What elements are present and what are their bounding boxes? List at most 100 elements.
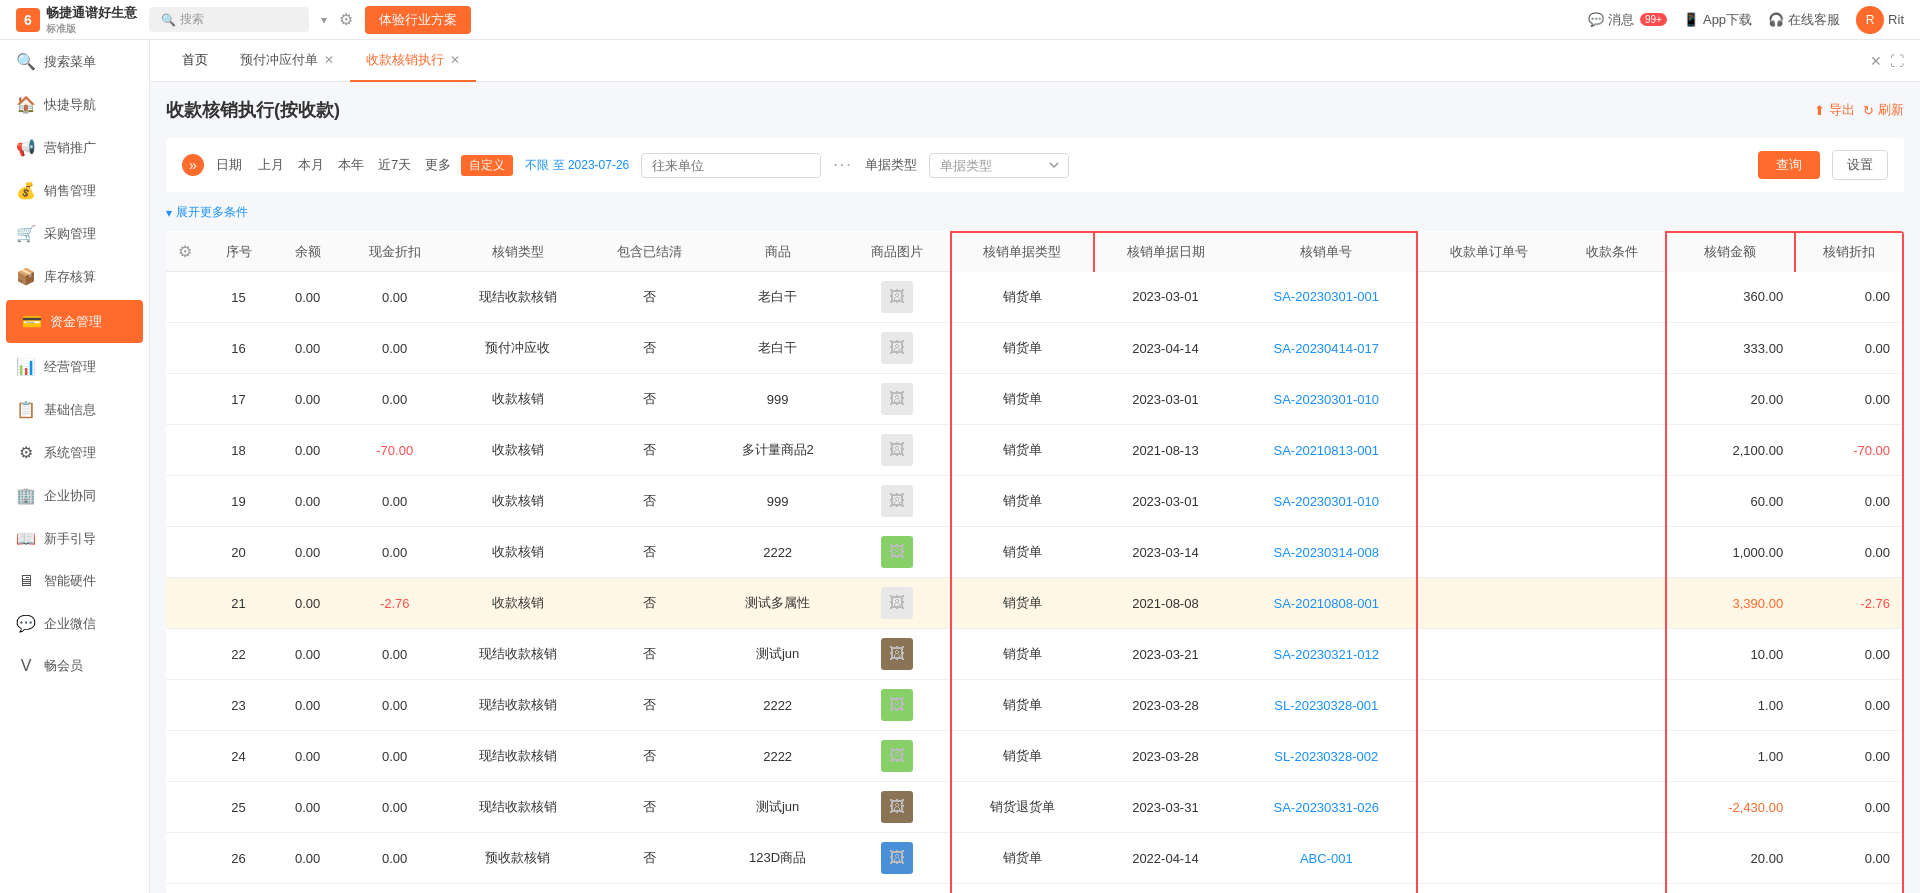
export-button[interactable]: ⬆ 导出 xyxy=(1814,101,1855,119)
verify-bill-no-link[interactable]: SA-20230314-008 xyxy=(1274,545,1380,560)
sidebar-item-inventory[interactable]: 📦 库存核算 xyxy=(0,255,149,298)
close-window-icon[interactable]: ✕ xyxy=(1870,53,1882,69)
table-settings-icon[interactable]: ⚙ xyxy=(178,243,192,260)
tab-receipt-close-icon[interactable]: ✕ xyxy=(450,53,460,67)
expand-more-button[interactable]: ▾ 展开更多条件 xyxy=(166,204,248,221)
sidebar-item-quicknav[interactable]: 🏠 快捷导航 xyxy=(0,83,149,126)
tab-home[interactable]: 首页 xyxy=(166,40,224,82)
td-seq-empty xyxy=(166,884,204,894)
td-verify-bill-type: 销货单 xyxy=(951,272,1095,323)
from-unit-input[interactable] xyxy=(641,153,821,178)
main-area: 首页 预付冲应付单 ✕ 收款核销执行 ✕ ✕ ⛶ 收款核销执行(按收款) xyxy=(150,40,1920,893)
td-verify-amount: 100.00 xyxy=(1666,884,1795,894)
td-verify-discount: 0.00 xyxy=(1795,731,1903,782)
sidebar-item-base[interactable]: 📋 基础信息 xyxy=(0,388,149,431)
dropdown-chevron-icon[interactable]: ▾ xyxy=(321,13,327,27)
refresh-button[interactable]: ↻ 刷新 xyxy=(1863,101,1904,119)
hardware-icon: 🖥 xyxy=(16,572,36,590)
td-seq: 25 xyxy=(204,782,273,833)
td-receipt-condition xyxy=(1559,272,1665,323)
td-cash-discount: 0.00 xyxy=(342,833,447,884)
verify-bill-no-link[interactable]: ABC-001 xyxy=(1300,851,1353,866)
verify-bill-no-link[interactable]: SA-20230301-001 xyxy=(1274,289,1380,304)
sidebar-item-search[interactable]: 🔍 搜索菜单 xyxy=(0,40,149,83)
sidebar-item-corp[interactable]: 🏢 企业协同 xyxy=(0,474,149,517)
filter-expand-button[interactable]: » xyxy=(182,154,204,176)
online-service-item[interactable]: 🎧 在线客服 xyxy=(1768,11,1840,29)
td-seq-empty xyxy=(166,476,204,527)
td-verify-amount: 1.00 xyxy=(1666,680,1795,731)
app-download-item[interactable]: 📱 App下载 xyxy=(1683,11,1752,29)
td-cash-discount: 0.00 xyxy=(342,884,447,894)
verify-bill-no-link[interactable]: SA-20230321-012 xyxy=(1274,647,1380,662)
sidebar-item-purchase[interactable]: 🛒 采购管理 xyxy=(0,212,149,255)
td-verify-amount: 333.00 xyxy=(1666,323,1795,374)
td-product-image: 🖼 xyxy=(844,884,950,894)
verify-bill-no-link[interactable]: SA-20210808-001 xyxy=(1274,596,1380,611)
verify-bill-no-link[interactable]: SA-20210813-001 xyxy=(1274,443,1380,458)
date-7days[interactable]: 近7天 xyxy=(374,154,415,176)
sidebar-item-system[interactable]: ⚙ 系统管理 xyxy=(0,431,149,474)
date-this-month[interactable]: 本月 xyxy=(294,154,328,176)
td-cash-discount: 0.00 xyxy=(342,476,447,527)
verify-bill-no-link[interactable]: SA-20230301-010 xyxy=(1274,392,1380,407)
user-item[interactable]: R Rit xyxy=(1856,6,1904,34)
trial-button[interactable]: 体验行业方案 xyxy=(365,6,471,34)
gear-icon[interactable]: ⚙ xyxy=(339,10,353,29)
date-more[interactable]: 更多 xyxy=(421,154,455,176)
td-seq-empty xyxy=(166,323,204,374)
td-include-settled: 否 xyxy=(588,629,711,680)
setting-button[interactable]: 设置 xyxy=(1832,150,1888,180)
sidebar-item-marketing[interactable]: 📢 营销推广 xyxy=(0,126,149,169)
message-item[interactable]: 💬 消息 99+ xyxy=(1588,11,1667,29)
tab-receipt[interactable]: 收款核销执行 ✕ xyxy=(350,40,476,82)
logo-sub: 标准版 xyxy=(46,22,137,36)
sidebar-item-label: 快捷导航 xyxy=(44,96,96,114)
voucher-type-select[interactable]: 单据类型 xyxy=(929,153,1069,178)
td-product-image: 🖼 xyxy=(844,629,950,680)
date-custom-button[interactable]: 自定义 xyxy=(461,155,513,176)
tab-receipt-label: 收款核销执行 xyxy=(366,51,444,69)
td-verify-bill-no: SA-20230301-010 xyxy=(1237,476,1417,527)
td-verify-bill-date: 2023-03-28 xyxy=(1094,731,1236,782)
date-last-month[interactable]: 上月 xyxy=(254,154,288,176)
sidebar-item-business[interactable]: 📊 经营管理 xyxy=(0,345,149,388)
td-seq: 15 xyxy=(204,272,273,323)
td-seq: 23 xyxy=(204,680,273,731)
sidebar-item-sales[interactable]: 💰 销售管理 xyxy=(0,169,149,212)
window-controls: ✕ ⛶ xyxy=(1870,53,1904,69)
home-icon: 🏠 xyxy=(16,95,36,114)
th-settings[interactable]: ⚙ xyxy=(166,232,204,272)
td-verify-bill-no: SA-20210808-001 xyxy=(1237,578,1417,629)
date-this-year[interactable]: 本年 xyxy=(334,154,368,176)
verify-bill-no-link[interactable]: SA-20230414-017 xyxy=(1274,341,1380,356)
td-product: 999 xyxy=(711,374,844,425)
verify-bill-no-link[interactable]: SA-20230331-026 xyxy=(1274,800,1380,815)
td-product: 2222 xyxy=(711,680,844,731)
td-include-settled: 否 xyxy=(588,833,711,884)
product-image: 🖼 xyxy=(881,740,913,772)
sidebar-item-guide[interactable]: 📖 新手引导 xyxy=(0,517,149,560)
search-button[interactable]: 查询 xyxy=(1758,151,1820,179)
td-verify-bill-no: SA-20210813-001 xyxy=(1237,425,1417,476)
td-verify-discount: 0.00 xyxy=(1795,374,1903,425)
search-input-area[interactable]: 🔍 搜索 xyxy=(149,7,309,32)
td-product: 多计量商品2 xyxy=(711,425,844,476)
td-verify-type: 收款核销 xyxy=(447,578,588,629)
tab-prepay[interactable]: 预付冲应付单 ✕ xyxy=(224,40,350,82)
sidebar-item-hardware[interactable]: 🖥 智能硬件 xyxy=(0,560,149,602)
td-verify-bill-date: 2023-03-01 xyxy=(1094,374,1236,425)
td-receipt-order-no xyxy=(1417,425,1559,476)
sidebar-item-finance[interactable]: 💳 资金管理 xyxy=(6,300,143,343)
sidebar-item-wechat[interactable]: 💬 企业微信 xyxy=(0,602,149,645)
tab-prepay-close-icon[interactable]: ✕ xyxy=(324,53,334,67)
verify-bill-no-link[interactable]: SL-20230328-001 xyxy=(1274,698,1378,713)
product-image: 🖼 xyxy=(881,485,913,517)
verify-bill-no-link[interactable]: SA-20230301-010 xyxy=(1274,494,1380,509)
sidebar-item-member[interactable]: V 畅会员 xyxy=(0,645,149,687)
table-row: 17 0.00 0.00 收款核销 否 999 🖼 销货单 2023-03-01… xyxy=(166,374,1903,425)
verify-bill-no-link[interactable]: SL-20230328-002 xyxy=(1274,749,1378,764)
maximize-window-icon[interactable]: ⛶ xyxy=(1890,53,1904,69)
td-receipt-order-no xyxy=(1417,272,1559,323)
from-unit-dots[interactable]: ··· xyxy=(833,156,852,174)
